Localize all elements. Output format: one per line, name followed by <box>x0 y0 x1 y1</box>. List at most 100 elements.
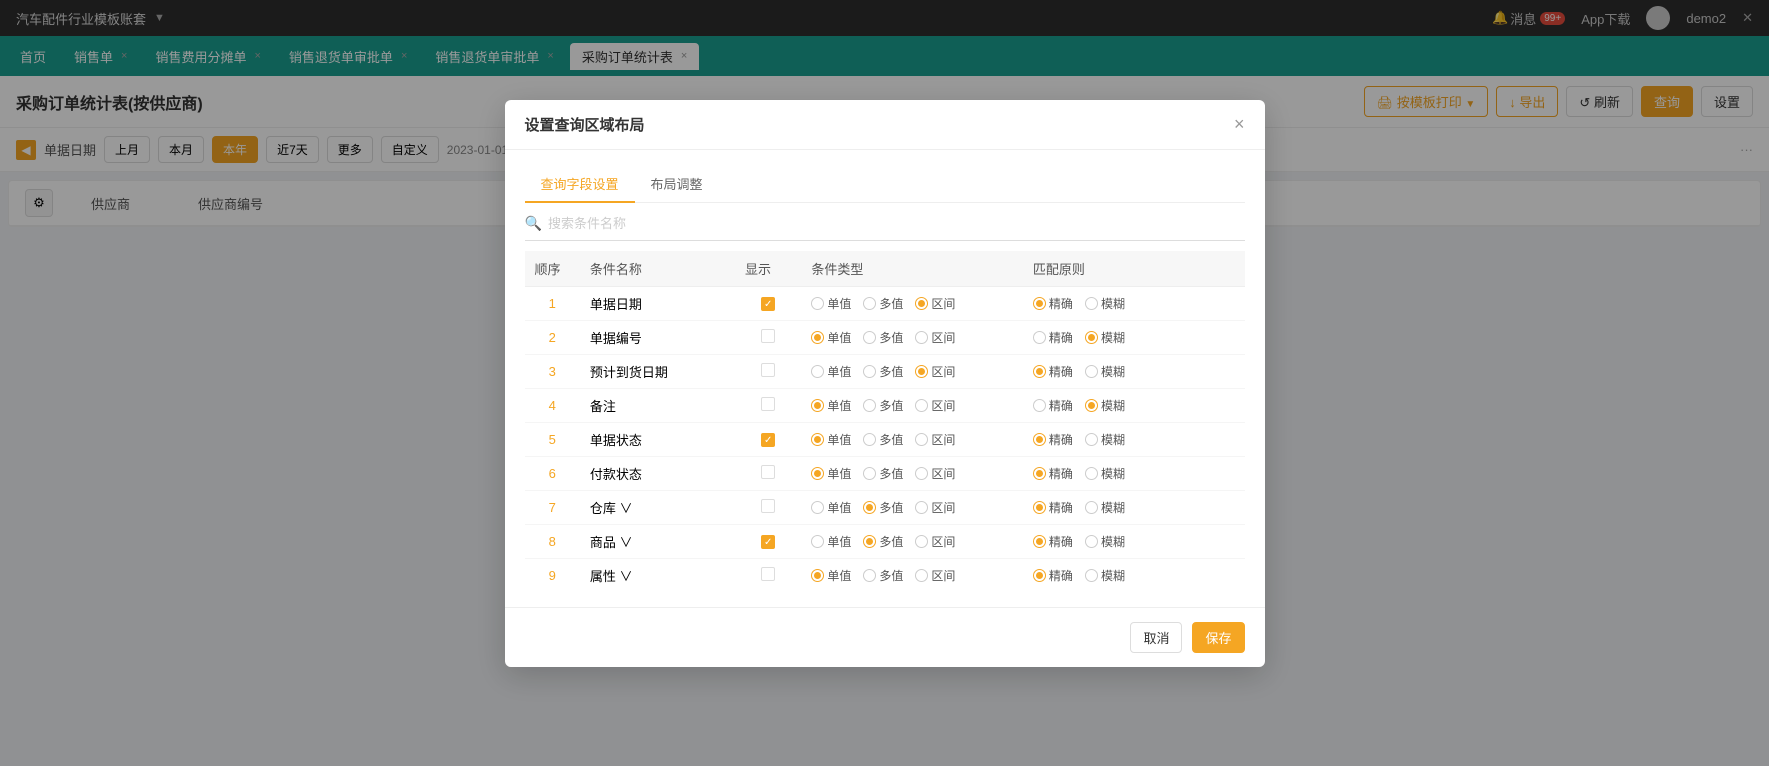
match-radio-item[interactable]: 模糊 <box>1085 499 1125 516</box>
match-radio-item[interactable]: 精确 <box>1033 567 1073 584</box>
type-radio-item[interactable]: 单值 <box>811 363 851 380</box>
show-checkbox[interactable]: ✓ <box>761 297 775 311</box>
show-checkbox[interactable]: ✓ <box>761 535 775 549</box>
type-radio-item[interactable]: 区间 <box>915 499 955 516</box>
match-radio-item[interactable]: 模糊 <box>1085 465 1125 482</box>
row-name: 单据编号 <box>580 320 735 354</box>
radio-label: 区间 <box>931 499 955 516</box>
match-radio-item[interactable]: 精确 <box>1033 431 1073 448</box>
match-radio-item[interactable]: 精确 <box>1033 397 1073 414</box>
type-radio-item[interactable]: 区间 <box>915 363 955 380</box>
type-radio-item[interactable]: 区间 <box>915 465 955 482</box>
type-radio-item[interactable]: 多值 <box>863 431 903 448</box>
row-type-cell: 单值多值区间 <box>801 354 1023 388</box>
save-button[interactable]: 保存 <box>1192 622 1244 653</box>
type-radio-item[interactable]: 区间 <box>915 567 955 584</box>
show-checkbox[interactable] <box>761 329 775 343</box>
type-radio-item[interactable]: 单值 <box>811 465 851 482</box>
dialog-footer: 取消 保存 <box>505 607 1265 667</box>
type-radio-item[interactable]: 多值 <box>863 465 903 482</box>
row-show-cell: ✓ <box>735 286 801 320</box>
condition-search-input[interactable] <box>548 216 748 231</box>
show-checkbox[interactable]: ✓ <box>761 433 775 447</box>
cancel-button[interactable]: 取消 <box>1130 622 1182 653</box>
radio-label: 单值 <box>827 533 851 550</box>
radio-circle <box>915 399 928 412</box>
type-radio-item[interactable]: 单值 <box>811 533 851 550</box>
match-radio-group: 精确模糊 <box>1033 363 1235 380</box>
match-radio-item[interactable]: 模糊 <box>1085 431 1125 448</box>
radio-label: 多值 <box>879 329 903 346</box>
radio-circle <box>915 331 928 344</box>
type-radio-item[interactable]: 多值 <box>863 533 903 550</box>
match-radio-item[interactable]: 精确 <box>1033 295 1073 312</box>
row-order: 2 <box>525 320 580 354</box>
match-radio-item[interactable]: 精确 <box>1033 499 1073 516</box>
show-checkbox[interactable] <box>761 465 775 479</box>
show-checkbox[interactable] <box>761 363 775 377</box>
type-radio-item[interactable]: 单值 <box>811 431 851 448</box>
match-radio-item[interactable]: 精确 <box>1033 329 1073 346</box>
radio-label: 模糊 <box>1101 567 1125 584</box>
type-radio-item[interactable]: 区间 <box>915 431 955 448</box>
row-type-cell: 单值多值区间 <box>801 388 1023 422</box>
type-radio-item[interactable]: 多值 <box>863 363 903 380</box>
match-radio-item[interactable]: 模糊 <box>1085 533 1125 550</box>
type-radio-item[interactable]: 多值 <box>863 397 903 414</box>
radio-circle <box>1085 535 1098 548</box>
type-radio-item[interactable]: 多值 <box>863 329 903 346</box>
type-radio-item[interactable]: 区间 <box>915 397 955 414</box>
radio-circle <box>811 569 824 582</box>
th-match: 匹配原则 <box>1023 251 1245 287</box>
radio-label: 单值 <box>827 397 851 414</box>
dialog-close-button[interactable]: × <box>1234 114 1245 135</box>
tab-query-field-settings[interactable]: 查询字段设置 <box>525 166 635 203</box>
match-radio-group: 精确模糊 <box>1033 499 1235 516</box>
show-checkbox[interactable] <box>761 397 775 411</box>
type-radio-item[interactable]: 单值 <box>811 397 851 414</box>
type-radio-item[interactable]: 多值 <box>863 295 903 312</box>
radio-label: 单值 <box>827 499 851 516</box>
row-name: 仓库 ∨ <box>580 490 735 524</box>
show-checkbox[interactable] <box>761 499 775 513</box>
match-radio-item[interactable]: 模糊 <box>1085 329 1125 346</box>
match-radio-item[interactable]: 精确 <box>1033 465 1073 482</box>
radio-circle <box>1085 467 1098 480</box>
row-name: 备注 <box>580 388 735 422</box>
radio-circle <box>1085 331 1098 344</box>
match-radio-item[interactable]: 模糊 <box>1085 363 1125 380</box>
match-radio-item[interactable]: 模糊 <box>1085 397 1125 414</box>
type-radio-group: 单值多值区间 <box>811 397 1013 414</box>
match-radio-item[interactable]: 精确 <box>1033 533 1073 550</box>
conditions-table: 顺序 条件名称 显示 条件类型 匹配原则 1单据日期✓单值多值区间精确模糊2单据… <box>525 251 1245 591</box>
type-radio-item[interactable]: 单值 <box>811 329 851 346</box>
match-radio-item[interactable]: 模糊 <box>1085 567 1125 584</box>
match-radio-item[interactable]: 精确 <box>1033 363 1073 380</box>
tab-layout-adjustment[interactable]: 布局调整 <box>635 166 719 203</box>
row-order: 7 <box>525 490 580 524</box>
type-radio-item[interactable]: 单值 <box>811 295 851 312</box>
radio-label: 模糊 <box>1101 295 1125 312</box>
radio-label: 区间 <box>931 465 955 482</box>
type-radio-item[interactable]: 多值 <box>863 499 903 516</box>
row-type-cell: 单值多值 区间 <box>801 490 1023 524</box>
match-radio-item[interactable]: 模糊 <box>1085 295 1125 312</box>
radio-circle <box>811 331 824 344</box>
show-checkbox[interactable] <box>761 567 775 581</box>
type-radio-item[interactable]: 区间 <box>915 329 955 346</box>
row-show-cell <box>735 558 801 591</box>
type-radio-item[interactable]: 单值 <box>811 499 851 516</box>
type-radio-item[interactable]: 单值 <box>811 567 851 584</box>
type-radio-group: 单值多值区间 <box>811 533 1013 550</box>
type-radio-item[interactable]: 区间 <box>915 295 955 312</box>
radio-label: 区间 <box>931 329 955 346</box>
row-show-cell: ✓ <box>735 422 801 456</box>
radio-circle <box>811 501 824 514</box>
row-name: 付款状态 <box>580 456 735 490</box>
th-name: 条件名称 <box>580 251 735 287</box>
radio-label: 精确 <box>1049 465 1073 482</box>
radio-label: 精确 <box>1049 499 1073 516</box>
type-radio-item[interactable]: 区间 <box>915 533 955 550</box>
radio-label: 多值 <box>879 465 903 482</box>
type-radio-item[interactable]: 多值 <box>863 567 903 584</box>
